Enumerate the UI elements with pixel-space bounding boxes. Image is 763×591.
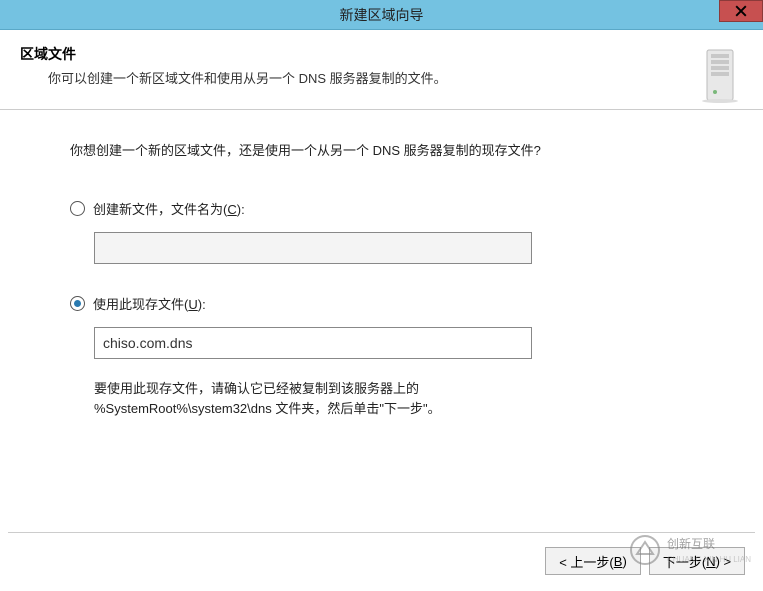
close-button[interactable] — [719, 0, 763, 22]
window-title: 新建区域向导 — [340, 5, 424, 25]
svg-text:CHUANG XIN HU LIAN: CHUANG XIN HU LIAN — [667, 555, 751, 564]
radio-create-label: 创建新文件，文件名为(C): — [93, 199, 245, 218]
svg-text:创新互联: 创新互联 — [667, 536, 715, 551]
header-subtitle: 你可以创建一个新区域文件和使用从另一个 DNS 服务器复制的文件。 — [20, 68, 743, 87]
header-title: 区域文件 — [20, 44, 743, 64]
wizard-content: 你想创建一个新的区域文件，还是使用一个从另一个 DNS 服务器复制的现存文件? … — [0, 110, 763, 458]
wizard-header: 区域文件 你可以创建一个新区域文件和使用从另一个 DNS 服务器复制的文件。 — [0, 30, 763, 110]
question-text: 你想创建一个新的区域文件，还是使用一个从另一个 DNS 服务器复制的现存文件? — [70, 140, 693, 159]
server-icon — [701, 48, 745, 104]
radio-existing-label: 使用此现存文件(U): — [93, 294, 206, 313]
option-existing-group: 使用此现存文件(U): 要使用此现存文件，请确认它已经被复制到该服务器上的 %S… — [70, 294, 693, 418]
radio-create-new-file[interactable]: 创建新文件，文件名为(C): — [70, 199, 693, 218]
close-icon — [735, 5, 747, 17]
existing-file-name-input[interactable] — [94, 327, 532, 359]
radio-icon — [70, 296, 85, 311]
new-file-name-input — [94, 232, 532, 264]
watermark-logo: 创新互联 CHUANG XIN HU LIAN — [627, 532, 757, 573]
note-text: 要使用此现存文件，请确认它已经被复制到该服务器上的 %SystemRoot%\s… — [94, 379, 693, 418]
radio-icon — [70, 201, 85, 216]
radio-use-existing-file[interactable]: 使用此现存文件(U): — [70, 294, 693, 313]
titlebar: 新建区域向导 — [0, 0, 763, 30]
option-create-group: 创建新文件，文件名为(C): — [70, 199, 693, 264]
